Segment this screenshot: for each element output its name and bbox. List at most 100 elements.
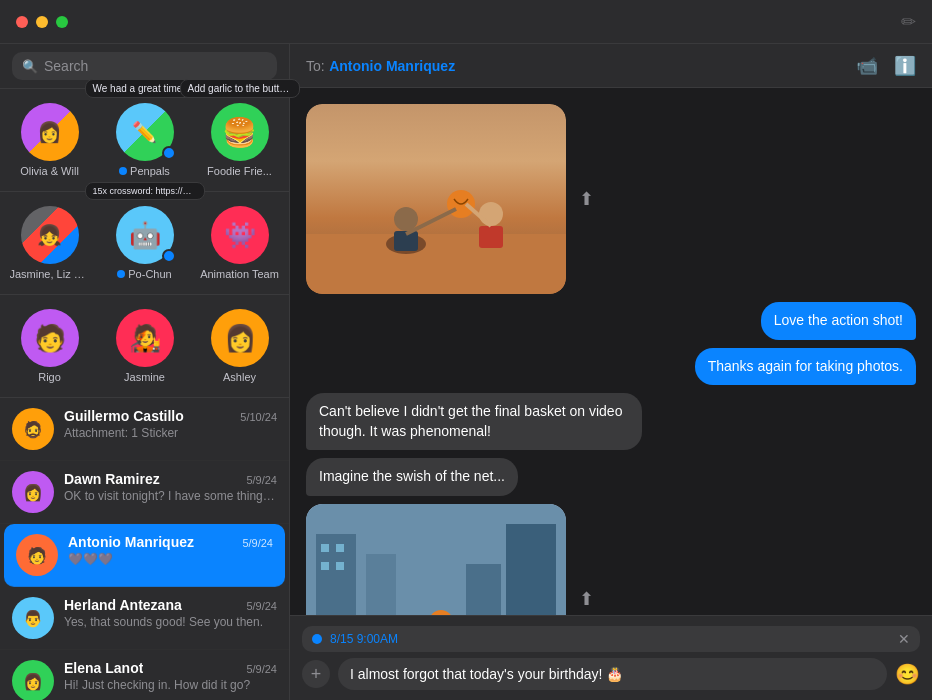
svg-rect-14 — [321, 544, 329, 552]
conv-item-guillermo[interactable]: 🧔 Guillermo Castillo 5/10/24 Attachment:… — [0, 398, 289, 461]
pinned-item-ashley[interactable]: 👩 Ashley — [194, 303, 285, 389]
conv-item-herland[interactable]: 👨 Herland Antezana 5/9/24 Yes, that soun… — [0, 587, 289, 650]
avatar-jasmine-liz: 👧 — [21, 206, 79, 264]
messages-area: ⬆ Love the action shot! Thanks again for… — [290, 88, 932, 615]
conv-name-row-antonio: Antonio Manriquez 5/9/24 — [68, 534, 273, 550]
pin-badge-po-chun — [117, 270, 125, 278]
info-icon[interactable]: ℹ️ — [894, 55, 916, 77]
compose-header: 8/15 9:00AM ✕ — [302, 626, 920, 652]
svg-point-5 — [479, 202, 503, 226]
share-icon-photo2[interactable]: ⬆ — [579, 588, 594, 610]
avatar-olivia-will: 👩 — [21, 103, 79, 161]
tooltip-foodie: Add garlic to the butter, and then... — [180, 79, 300, 98]
svg-rect-15 — [336, 544, 344, 552]
compose-input[interactable] — [338, 658, 887, 690]
conv-item-dawn[interactable]: 👩 Dawn Ramirez 5/9/24 OK to visit tonigh… — [0, 461, 289, 524]
pinned-item-po-chun[interactable]: 15x crossword: https://apple.news/... 🤖 … — [99, 200, 190, 286]
conv-item-elena[interactable]: 👩 Elena Lanot 5/9/24 Hi! Just checking i… — [0, 650, 289, 700]
avatar-wrapper-penpals: ✏️ — [116, 103, 174, 161]
avatar-antonio: 🧑 — [16, 534, 58, 576]
avatar-wrapper-animation-team: 👾 — [211, 206, 269, 264]
compose-close-button[interactable]: ✕ — [898, 631, 910, 647]
avatar-wrapper-jasmine2: 🧑‍🎤 — [116, 309, 174, 367]
conv-details-antonio: Antonio Manriquez 5/9/24 🤎🤎🤎 — [68, 534, 273, 566]
pinned-label-jasmine2: Jasmine — [124, 371, 165, 383]
minimize-button[interactable] — [36, 16, 48, 28]
pinned-label-po-chun: Po-Chun — [128, 268, 171, 280]
compose-add-button[interactable]: + — [302, 660, 330, 688]
avatar-herland: 👨 — [12, 597, 54, 639]
badge-penpals — [162, 146, 176, 160]
compose-area: 8/15 9:00AM ✕ + 😊 — [290, 615, 932, 700]
pinned-item-penpals[interactable]: We had a great time. Home with th... ✏️ … — [99, 97, 190, 183]
pinned-item-jasmine2[interactable]: 🧑‍🎤 Jasmine — [99, 303, 190, 389]
chat-header-to-section: To: Antonio Manriquez — [306, 57, 455, 75]
bubble-msg3: Can't believe I didn't get the final bas… — [306, 393, 642, 450]
compose-icon[interactable]: ✏ — [901, 11, 916, 33]
conv-preview-herland: Yes, that sounds good! See you then. — [64, 615, 277, 629]
search-input[interactable] — [44, 58, 267, 74]
conv-name-guillermo: Guillermo Castillo — [64, 408, 184, 424]
avatar-ashley: 👩 — [211, 309, 269, 367]
pinned-item-jasmine-liz[interactable]: 👧 Jasmine, Liz &... — [4, 200, 95, 286]
search-icon: 🔍 — [22, 59, 38, 74]
photo-scene-basketball2 — [306, 504, 566, 615]
msg-row-photo2: ⬆ — [306, 504, 916, 615]
avatar-jasmine2: 🧑‍🎤 — [116, 309, 174, 367]
conv-time-elena: 5/9/24 — [246, 663, 277, 675]
conversation-list: 🧔 Guillermo Castillo 5/10/24 Attachment:… — [0, 398, 289, 700]
compose-dot — [312, 634, 322, 644]
pinned-label-rigo: Rigo — [38, 371, 61, 383]
pinned-item-animation-team[interactable]: 👾 Animation Team — [194, 200, 285, 286]
svg-rect-12 — [506, 524, 556, 615]
avatar-foodie: 🍔 — [211, 103, 269, 161]
compose-add-icon: + — [311, 664, 322, 685]
photo2-container: ⬆ — [306, 504, 566, 615]
bubble-text-msg3: Can't believe I didn't get the final bas… — [319, 403, 622, 439]
main-content: 🔍 👩 Olivia & Will We had a great time. H… — [0, 44, 932, 700]
avatar-elena: 👩 — [12, 660, 54, 700]
svg-rect-17 — [336, 562, 344, 570]
avatar-rigo: 🧑 — [21, 309, 79, 367]
pinned-label-ashley: Ashley — [223, 371, 256, 383]
avatar-wrapper-po-chun: 🤖 — [116, 206, 174, 264]
maximize-button[interactable] — [56, 16, 68, 28]
compose-header-info: 8/15 9:00AM — [312, 632, 398, 646]
pinned-label-olivia-will: Olivia & Will — [20, 165, 79, 177]
tooltip-po-chun: 15x crossword: https://apple.news/... — [85, 182, 205, 200]
photo1-inner — [306, 104, 566, 294]
close-button[interactable] — [16, 16, 28, 28]
msg-row-msg2: Thanks again for taking photos. — [306, 348, 916, 386]
video-call-icon[interactable]: 📹 — [856, 55, 878, 77]
window-controls — [16, 16, 68, 28]
title-bar: ✏ — [0, 0, 932, 44]
msg-row-msg3: Can't believe I didn't get the final bas… — [306, 393, 916, 450]
conv-details-guillermo: Guillermo Castillo 5/10/24 Attachment: 1… — [64, 408, 277, 440]
conv-name-elena: Elena Lanot — [64, 660, 143, 676]
avatar-animation-team: 👾 — [211, 206, 269, 264]
conv-details-elena: Elena Lanot 5/9/24 Hi! Just checking in.… — [64, 660, 277, 692]
pin-name-row-po-chun: Po-Chun — [117, 268, 171, 280]
share-icon-photo1[interactable]: ⬆ — [579, 188, 594, 210]
compose-emoji-button[interactable]: 😊 — [895, 662, 920, 686]
compose-row: + 😊 — [302, 658, 920, 690]
pinned-item-rigo[interactable]: 🧑 Rigo — [4, 303, 95, 389]
conv-item-antonio[interactable]: 🧑 Antonio Manriquez 5/9/24 🤎🤎🤎 — [4, 524, 285, 587]
bubble-text-msg2: Thanks again for taking photos. — [708, 358, 903, 374]
msg-row-msg4: Imagine the swish of the net... — [306, 458, 916, 496]
bubble-msg4: Imagine the swish of the net... — [306, 458, 518, 496]
pinned-item-foodie[interactable]: Add garlic to the butter, and then... 🍔 … — [194, 97, 285, 183]
pinned-item-olivia-will[interactable]: 👩 Olivia & Will — [4, 97, 95, 183]
bubble-text-msg1: Love the action shot! — [774, 312, 903, 328]
conv-name-row-guillermo: Guillermo Castillo 5/10/24 — [64, 408, 277, 424]
avatar-wrapper-ashley: 👩 — [211, 309, 269, 367]
photo2-inner — [306, 504, 566, 615]
chat-area: To: Antonio Manriquez 📹 ℹ️ — [290, 44, 932, 700]
conv-details-dawn: Dawn Ramirez 5/9/24 OK to visit tonight?… — [64, 471, 277, 503]
conv-time-antonio: 5/9/24 — [242, 537, 273, 549]
pin-name-row-penpals: Penpals — [119, 165, 170, 177]
avatar-guillermo: 🧔 — [12, 408, 54, 450]
bubble-text-msg4: Imagine the swish of the net... — [319, 468, 505, 484]
search-input-container[interactable]: 🔍 — [12, 52, 277, 80]
chat-to-label: To: — [306, 58, 325, 74]
